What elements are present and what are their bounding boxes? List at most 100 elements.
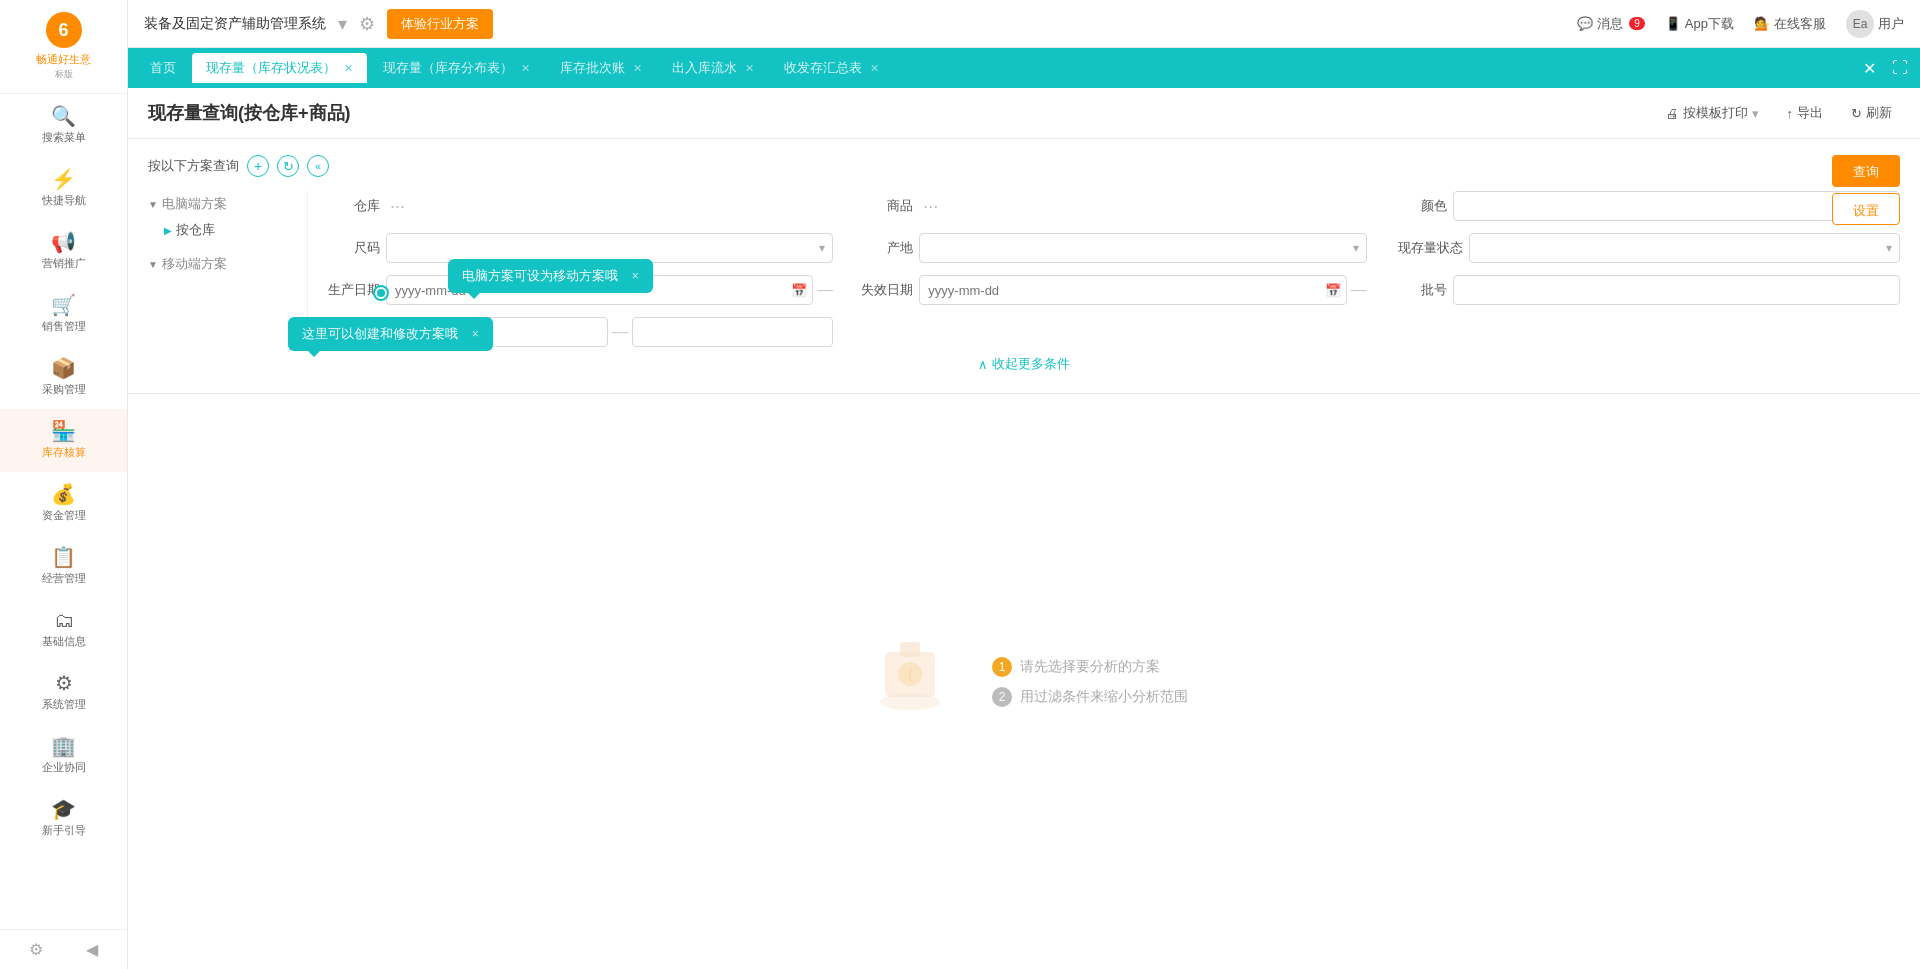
header-dropdown-icon[interactable]: ▾ xyxy=(338,13,347,35)
pc-scheme-item-warehouse[interactable]: ▶ 按仓库 xyxy=(156,217,295,243)
tab-summary[interactable]: 收发存汇总表 ✕ xyxy=(770,53,893,83)
tooltip2-close[interactable]: × xyxy=(472,327,479,341)
tab-batch[interactable]: 库存批次账 ✕ xyxy=(546,53,656,83)
export-icon: ↑ xyxy=(1787,106,1794,121)
message-icon: 💬 xyxy=(1577,16,1593,31)
tab-summary-close[interactable]: ✕ xyxy=(870,62,879,75)
mobile-scheme-arrow[interactable]: ▼ xyxy=(148,259,158,270)
experience-industry-btn[interactable]: 体验行业方案 xyxy=(387,9,493,39)
export-btn[interactable]: ↑ 导出 xyxy=(1779,100,1832,126)
tab-home[interactable]: 首页 xyxy=(136,53,190,83)
enterprise-nav-icon: 🏢 xyxy=(51,736,76,756)
sidebar-item-purchase[interactable]: 📦 采购管理 xyxy=(0,346,127,409)
tabs-fullscreen-icon[interactable]: ⛶ xyxy=(1888,55,1912,81)
header-online-service[interactable]: 💁 在线客服 xyxy=(1754,15,1826,33)
setting-btn[interactable]: 设置 xyxy=(1832,193,1900,225)
tab-inventory-status[interactable]: 现存量（库存状况表） ✕ xyxy=(192,53,367,83)
sidebar-footer: ⚙ ◀ xyxy=(0,929,127,969)
sidebar-item-enterprise[interactable]: 🏢 企业协同 xyxy=(0,724,127,787)
inv-status-select-wrap xyxy=(1469,233,1900,263)
tab-inventory-status-label: 现存量（库存状况表） xyxy=(206,59,336,77)
inv-status-select[interactable] xyxy=(1469,233,1900,263)
sidebar-settings-btn[interactable]: ⚙ xyxy=(29,940,43,959)
empty-text: 1 请先选择要分析的方案 2 用过滤条件来缩小分析范围 xyxy=(992,657,1188,707)
sidebar-item-basic[interactable]: 🗂 基础信息 xyxy=(0,598,127,661)
finance-nav-icon: 💰 xyxy=(51,484,76,504)
logo-icon: 6 xyxy=(46,12,82,48)
tab-batch-label: 库存批次账 xyxy=(560,59,625,77)
sales-nav-icon: 🛒 xyxy=(51,295,76,315)
sidebar-item-search[interactable]: 🔍 搜索菜单 xyxy=(0,94,127,157)
sidebar-item-marketing[interactable]: 📢 营销推广 xyxy=(0,220,127,283)
expire-date-range: — xyxy=(919,275,1366,305)
dot-indicator xyxy=(375,287,387,299)
sidebar-item-sales[interactable]: 🛒 销售管理 xyxy=(0,283,127,346)
goods-more[interactable]: ··· xyxy=(919,196,942,217)
collapse-link[interactable]: ∧ 收起更多条件 xyxy=(978,355,1070,373)
color-label: 颜色 xyxy=(1387,197,1447,215)
empty-state: :( 1 请先选择要分析的方案 2 用过滤条件来缩小分析范围 xyxy=(128,394,1920,969)
header-app-download[interactable]: 📱 App下载 xyxy=(1665,15,1734,33)
tab-inout-close[interactable]: ✕ xyxy=(745,62,754,75)
pc-scheme-arrow[interactable]: ▼ xyxy=(148,199,158,210)
tabs-close-icon[interactable]: ✕ xyxy=(1859,55,1880,82)
warehouse-more[interactable]: ··· xyxy=(386,196,409,217)
sidebar-item-quick[interactable]: ⚡ 快捷导航 xyxy=(0,157,127,220)
sidebar-item-inventory[interactable]: 🏪 库存核算 xyxy=(0,409,127,472)
sidebar-item-operation[interactable]: 📋 经营管理 xyxy=(0,535,127,598)
batch-field: 批号 xyxy=(1387,275,1900,305)
operation-nav-icon: 📋 xyxy=(51,547,76,567)
tab-inout[interactable]: 出入库流水 ✕ xyxy=(658,53,768,83)
batch-label: 批号 xyxy=(1387,281,1447,299)
filter-header: 按以下方案查询 + ↻ « xyxy=(148,155,1900,177)
goods-label: 商品 xyxy=(853,197,913,215)
service-icon: 💁 xyxy=(1754,16,1770,31)
print-btn[interactable]: 🖨 按模板打印 ▾ xyxy=(1658,100,1767,126)
tab-batch-close[interactable]: ✕ xyxy=(633,62,642,75)
sidebar-collapse-btn[interactable]: ◀ xyxy=(86,940,98,959)
warehouse-label: 仓库 xyxy=(320,197,380,215)
svg-text::(: :( xyxy=(904,666,913,682)
filter-title: 按以下方案查询 xyxy=(148,157,239,175)
pc-scheme-category: ▼ 电脑端方案 xyxy=(148,191,295,217)
collapse-row: ∧ 收起更多条件 xyxy=(148,347,1900,377)
origin-select-wrap xyxy=(919,233,1366,263)
tooltip1-close[interactable]: × xyxy=(632,269,639,283)
basic-nav-icon: 🗂 xyxy=(54,610,74,630)
header-user[interactable]: Ea 用户 xyxy=(1846,10,1904,38)
origin-select[interactable] xyxy=(919,233,1366,263)
color-field: 颜色 xyxy=(1387,191,1900,221)
header-message[interactable]: 💬 消息 9 xyxy=(1577,15,1645,33)
tab-inventory-status-close[interactable]: ✕ xyxy=(344,62,353,75)
empty-num-1: 1 xyxy=(992,657,1012,677)
qty-max-input[interactable] xyxy=(632,317,834,347)
refresh-btn[interactable]: ↻ 刷新 xyxy=(1843,100,1900,126)
prod-date-label: 生产日期 xyxy=(320,281,380,299)
tab-inventory-dist-close[interactable]: ✕ xyxy=(521,62,530,75)
app-icon: 📱 xyxy=(1665,16,1681,31)
refresh-scheme-btn[interactable]: ↻ xyxy=(277,155,299,177)
empty-step2: 2 用过滤条件来缩小分析范围 xyxy=(992,687,1188,707)
search-btn[interactable]: 查询 xyxy=(1832,155,1900,187)
refresh-icon: ↻ xyxy=(1851,106,1862,121)
tabs-bar-right: ✕ ⛶ xyxy=(1859,55,1912,82)
add-scheme-btn[interactable]: + xyxy=(247,155,269,177)
guide-nav-icon: 🎓 xyxy=(51,799,76,819)
pc-item-bullet: ▶ xyxy=(164,225,172,236)
warehouse-field: 仓库 ··· xyxy=(320,191,833,221)
tooltip-create-scheme: 这里可以创建和修改方案哦 × xyxy=(288,317,493,351)
back-scheme-btn[interactable]: « xyxy=(307,155,329,177)
batch-input[interactable] xyxy=(1453,275,1900,305)
logo-text: 畅通好生意 标版 xyxy=(36,52,91,81)
header-settings-icon[interactable]: ⚙ xyxy=(359,13,375,35)
tab-inventory-dist[interactable]: 现存量（库存分布表） ✕ xyxy=(369,53,544,83)
sidebar-item-system[interactable]: ⚙ 系统管理 xyxy=(0,661,127,724)
sidebar-item-guide[interactable]: 🎓 新手引导 xyxy=(0,787,127,850)
page-actions: 🖨 按模板打印 ▾ ↑ 导出 ↻ 刷新 xyxy=(1658,100,1901,126)
sidebar-item-finance[interactable]: 💰 资金管理 xyxy=(0,472,127,535)
tab-home-label: 首页 xyxy=(150,59,176,77)
expire-date-start[interactable] xyxy=(919,275,1346,305)
top-header: 装备及固定资产辅助管理系统 ▾ ⚙ 体验行业方案 💬 消息 9 📱 App下载 … xyxy=(128,0,1920,48)
expire-date-start-wrap xyxy=(919,275,1346,305)
tooltip-pc-scheme: 电脑方案可设为移动方案哦 × xyxy=(448,259,653,293)
